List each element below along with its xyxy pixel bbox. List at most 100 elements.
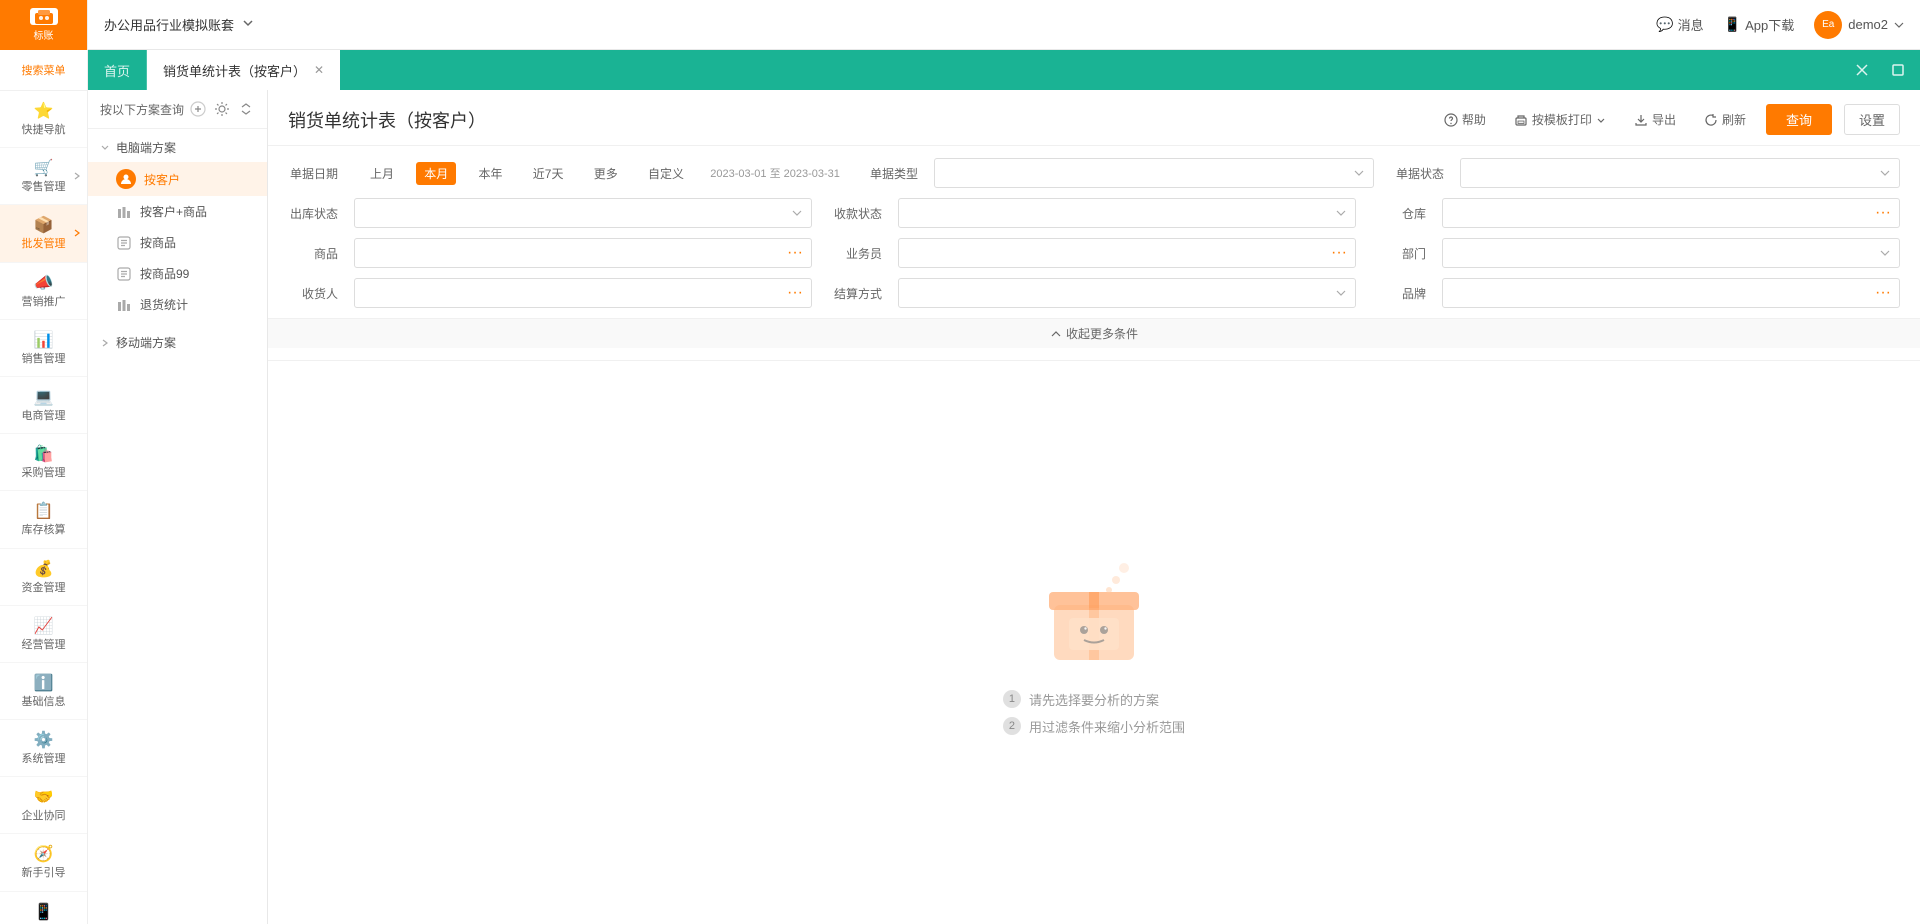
- doc-status-control[interactable]: [1460, 158, 1900, 188]
- sidebar-item-quick-nav[interactable]: ⭐ 快捷导航: [0, 91, 87, 148]
- scheme-item-by-customer-goods[interactable]: 按客户+商品: [88, 196, 267, 227]
- scheme-item-by-goods-99[interactable]: 按商品99: [88, 258, 267, 289]
- out-status-label: 出库状态: [288, 205, 338, 222]
- quick-nav-icon: ⭐: [34, 101, 54, 121]
- filter-row-2: 出库状态 收款状态 仓库: [288, 198, 1900, 228]
- salesperson-control[interactable]: ···: [898, 238, 1356, 268]
- goods-control[interactable]: ···: [354, 238, 812, 268]
- filter-row-1: 单据日期 上月 本月 本年 近7天 更多 自定义 2023-03-01 至 20…: [288, 158, 1900, 188]
- tab-close-icon[interactable]: ✕: [314, 63, 324, 77]
- header-dropdown-icon[interactable]: [242, 17, 254, 32]
- date-btn-this-year[interactable]: 本年: [471, 162, 511, 185]
- export-btn[interactable]: 导出: [1626, 107, 1684, 132]
- sidebar-item-ecommerce[interactable]: 💻 电商管理: [0, 377, 87, 434]
- sidebar-item-basic-info[interactable]: ℹ️ 基础信息: [0, 663, 87, 720]
- scheme-collapse-icon[interactable]: [237, 100, 255, 118]
- tab-close-window-icon[interactable]: [1848, 56, 1876, 84]
- collapse-icon: [1050, 328, 1062, 340]
- search-menu-label[interactable]: 搜索菜单: [6, 58, 81, 82]
- scheme-item-by-customer-goods-label: 按客户+商品: [140, 203, 207, 220]
- goods-label: 商品: [288, 245, 338, 262]
- salesperson-label: 业务员: [832, 245, 882, 262]
- tab-maximize-icon[interactable]: [1884, 56, 1912, 84]
- collect-status-label: 收款状态: [832, 205, 882, 222]
- sidebar-item-enterprise[interactable]: 🤝 企业协同: [0, 777, 87, 834]
- brand-control[interactable]: ···: [1442, 278, 1900, 308]
- guide-icon: 🧭: [34, 844, 54, 864]
- app-download-btn[interactable]: 📱 App下载: [1724, 15, 1795, 34]
- page-content: 按以下方案查询 电脑端方案: [88, 90, 1920, 924]
- doc-type-label: 单据类型: [868, 165, 918, 182]
- warehouse-control[interactable]: ···: [1442, 198, 1900, 228]
- doc-status-dropdown-icon: [1879, 167, 1891, 179]
- empty-state-svg: [1024, 550, 1164, 670]
- tab-home[interactable]: 首页: [88, 50, 147, 90]
- filter-item-doc-type: 单据类型: [868, 158, 1374, 188]
- collapse-btn[interactable]: 收起更多条件: [268, 318, 1920, 348]
- user-profile-btn[interactable]: Ea demo2: [1814, 11, 1904, 39]
- sidebar-item-retail[interactable]: 🛒 零售管理: [0, 148, 87, 205]
- date-btn-last-7-days[interactable]: 近7天: [525, 162, 572, 185]
- sidebar-item-wholesale[interactable]: 📦 批发管理: [0, 205, 87, 262]
- operation-icon: 📈: [34, 616, 54, 636]
- query-btn[interactable]: 查询: [1766, 104, 1832, 135]
- date-btn-this-month[interactable]: 本月: [416, 162, 456, 185]
- date-btn-more[interactable]: 更多: [586, 162, 626, 185]
- sidebar-item-finance[interactable]: 💰 资金管理: [0, 549, 87, 606]
- marketing-icon: 📣: [34, 273, 54, 293]
- scheme-group-mobile: 移动端方案: [88, 324, 267, 361]
- scheme-group-desktop: 电脑端方案 按客户 按客户+商品: [88, 129, 267, 324]
- receiver-label: 收货人: [288, 285, 338, 302]
- top-header: 办公用品行业模拟账套 💬 消息 📱 App下载 Ea demo2: [88, 0, 1920, 50]
- filter-row-3: 商品 ··· 业务员 ··· 部门: [288, 238, 1900, 268]
- refresh-btn[interactable]: 刷新: [1696, 107, 1754, 132]
- filter-item-doc-status: 单据状态: [1394, 158, 1900, 188]
- sidebar-item-purchase[interactable]: 🛍️ 采购管理: [0, 434, 87, 491]
- doc-type-control[interactable]: [934, 158, 1374, 188]
- app-logo-text: 标账: [34, 27, 54, 42]
- scheme-settings-icon[interactable]: [213, 100, 231, 118]
- settings-btn[interactable]: 设置: [1844, 104, 1900, 135]
- print-btn[interactable]: 按模板打印: [1506, 107, 1614, 132]
- tab-sales-stat[interactable]: 销货单统计表（按客户） ✕: [147, 50, 340, 90]
- scheme-item-by-customer[interactable]: 按客户: [88, 162, 267, 196]
- user-avatar: Ea: [1814, 11, 1842, 39]
- settlement-control[interactable]: [898, 278, 1356, 308]
- scheme-item-tag-icon-2: [116, 266, 132, 282]
- out-status-control[interactable]: [354, 198, 812, 228]
- messages-btn[interactable]: 💬 消息: [1656, 15, 1703, 34]
- sidebar-item-sales-mgmt[interactable]: 📊 销售管理: [0, 320, 87, 377]
- date-btn-last-month[interactable]: 上月: [362, 162, 402, 185]
- system-label: 系统管理: [22, 753, 66, 766]
- date-btn-custom[interactable]: 自定义: [640, 162, 692, 185]
- receiver-dots-icon: ···: [787, 284, 803, 302]
- scheme-group-desktop-header[interactable]: 电脑端方案: [88, 133, 267, 162]
- page-toolbar: 帮助 按模板打印 导出 刷新: [1436, 104, 1900, 135]
- group-expand-icon: [100, 143, 110, 153]
- scheme-item-return-stat[interactable]: 退货统计: [88, 289, 267, 320]
- finance-label: 资金管理: [22, 582, 66, 595]
- department-control[interactable]: [1442, 238, 1900, 268]
- sidebar-item-marketing[interactable]: 📣 营销推广: [0, 263, 87, 320]
- scheme-add-icon[interactable]: [189, 100, 207, 118]
- scheme-actions: [189, 100, 255, 118]
- scheme-item-by-goods[interactable]: 按商品: [88, 227, 267, 258]
- app-download-label: App下载: [1745, 15, 1794, 34]
- collect-status-control[interactable]: [898, 198, 1356, 228]
- sidebar-item-operation[interactable]: 📈 经营管理: [0, 606, 87, 663]
- sidebar-search-item[interactable]: 搜索菜单: [0, 50, 87, 91]
- sidebar-item-app-center[interactable]: 📱 应用中心: [0, 892, 87, 924]
- header-right: 💬 消息 📱 App下载 Ea demo2: [1656, 11, 1904, 39]
- scheme-group-mobile-header[interactable]: 移动端方案: [88, 328, 267, 357]
- enterprise-icon: 🤝: [34, 787, 54, 807]
- sidebar-item-inventory[interactable]: 📋 库存核算: [0, 491, 87, 548]
- query-label: 查询: [1786, 113, 1812, 128]
- username-label: demo2: [1848, 17, 1888, 32]
- sidebar-item-guide[interactable]: 🧭 新手引导: [0, 834, 87, 891]
- help-btn[interactable]: 帮助: [1436, 107, 1494, 132]
- date-range-display: 2023-03-01 至 2023-03-31: [710, 165, 840, 181]
- sidebar: 标账 搜索菜单 ⭐ 快捷导航 🛒 零售管理 📦 批发管理 📣 营销推广 📊 销售…: [0, 0, 88, 924]
- receiver-control[interactable]: ···: [354, 278, 812, 308]
- collapse-label: 收起更多条件: [1066, 325, 1138, 342]
- sidebar-item-system[interactable]: ⚙️ 系统管理: [0, 720, 87, 777]
